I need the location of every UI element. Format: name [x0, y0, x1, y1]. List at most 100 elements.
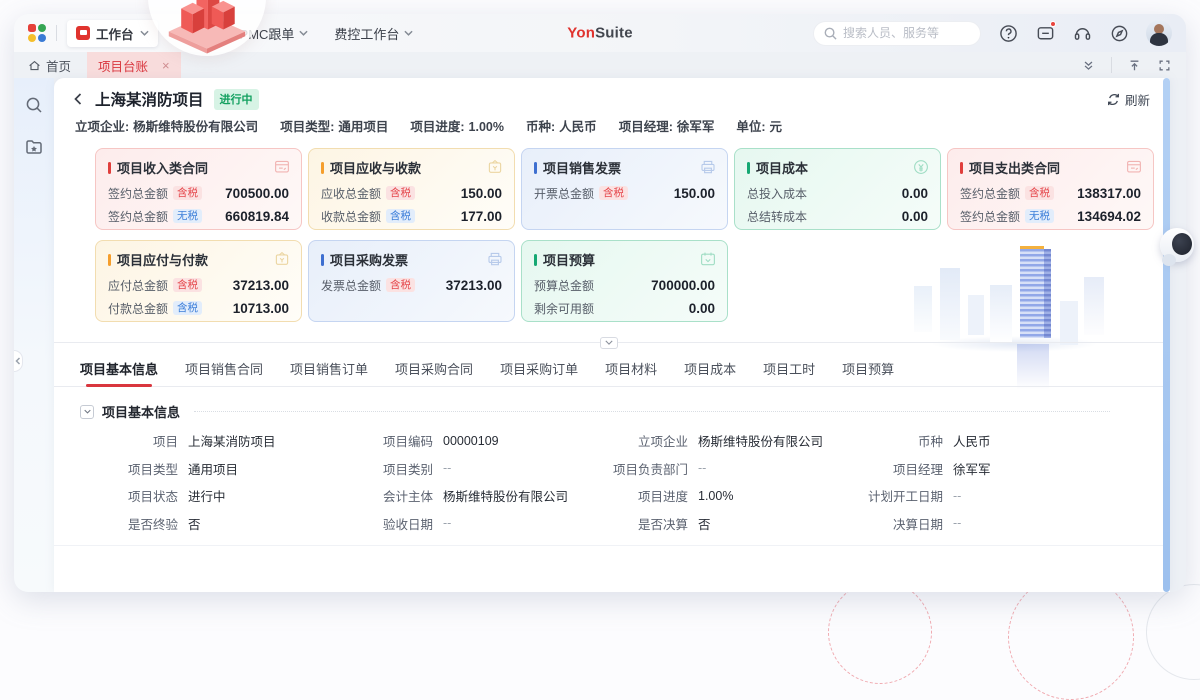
card-metric-row: 应付总金额 含税 37213.00: [108, 277, 289, 293]
yonsuite-logo: YonSuite: [567, 24, 633, 42]
global-search[interactable]: [813, 20, 981, 46]
card-metric-row: 预算总金额 700000.00: [534, 277, 715, 293]
info-field: 项目类型 通用项目: [127, 462, 239, 477]
detail-tab[interactable]: 项目基本信息: [80, 356, 158, 387]
home-tab[interactable]: 首页: [28, 56, 71, 75]
card-metric-row: 签约总金额 无税 660819.84: [108, 208, 289, 224]
card-metric-row: 总投入成本 0.00: [747, 185, 928, 201]
scrollbar[interactable]: [1163, 78, 1170, 592]
summary-cards: 项目收入类合同 签约总金额 含税 700500.00 签约总金额 无税 6608…: [95, 148, 1157, 322]
card-title: 项目支出类合同: [969, 161, 1061, 176]
topbar-nav-item[interactable]: PMC跟单: [240, 24, 309, 43]
summary-card[interactable]: 项目支出类合同 签约总金额 含税 138317.00 签约总金额 无税 1346…: [947, 148, 1154, 230]
dashed-circle-decoration: [828, 580, 932, 684]
summary-card[interactable]: 项目采购发票 发票总金额 含税 37213.00: [308, 240, 515, 322]
contract-icon: [273, 158, 291, 176]
status-badge: 进行中: [213, 88, 259, 110]
search-input[interactable]: [843, 26, 970, 40]
message-icon[interactable]: [1035, 21, 1056, 43]
tax-badge: 含税: [173, 300, 203, 316]
card-metric-row: 签约总金额 无税 134694.02: [960, 208, 1141, 224]
card-metric-row: 总结转成本 0.00: [747, 208, 928, 224]
refresh-icon: [1108, 93, 1119, 105]
card-title: 项目应收与收款: [330, 161, 422, 176]
detail-tab[interactable]: 项目采购合同: [395, 356, 473, 386]
app-grid-logo-icon[interactable]: [28, 24, 46, 42]
topbar-nav-item[interactable]: 首页: [188, 24, 214, 43]
card-metric-row: 签约总金额 含税 138317.00: [960, 185, 1141, 201]
divider: [56, 25, 57, 41]
circle-decoration: [1146, 584, 1200, 680]
detail-tab[interactable]: 项目预算: [842, 356, 894, 386]
card-metric-row: 收款总金额 含税 177.00: [321, 208, 502, 224]
search-icon: [824, 27, 837, 40]
close-icon[interactable]: ×: [162, 59, 170, 72]
summary-card[interactable]: 项目成本 总投入成本 0.00 总结转成本 0.00: [734, 148, 941, 230]
summary-card[interactable]: 项目销售发票 开票总金额 含税 150.00: [521, 148, 728, 230]
card-accent-bar: [534, 161, 537, 174]
summary-card[interactable]: 项目预算 预算总金额 700000.00 剩余可用额 0.00: [521, 240, 728, 322]
assistant-button[interactable]: [1160, 228, 1200, 274]
info-field: 项目类别 --: [382, 461, 452, 477]
collapse-cards-toggle[interactable]: [599, 336, 618, 349]
topbar: 工作台 首页 PMC跟单 费控工作台 YonSuite: [14, 14, 1186, 52]
detail-tab[interactable]: 项目销售合同: [185, 356, 263, 386]
tax-badge: 含税: [1025, 185, 1055, 201]
card-metric-row: 开票总金额 含税 150.00: [534, 185, 715, 201]
printer-icon: [699, 158, 717, 176]
page-tab[interactable]: 项目台账 ×: [87, 52, 181, 78]
section-title: 项目基本信息: [102, 405, 181, 420]
tax-badge: 含税: [173, 185, 203, 201]
project-meta-row: 立项企业: 杨斯维特股份有限公司 项目类型: 通用项目 项目进度: 1.00% 币种:…: [75, 116, 1152, 135]
card-title: 项目成本: [756, 161, 809, 176]
workspace-label: 工作台: [96, 27, 134, 42]
app-window: 工作台 首页 PMC跟单 费控工作台 YonSuite 搜索人员、服务等 首页 …: [14, 14, 1186, 592]
fullscreen-icon[interactable]: [1157, 58, 1172, 73]
compass-icon[interactable]: [1109, 23, 1129, 43]
tab-bar: 首页 项目台账 ×: [14, 52, 1186, 78]
collapse-tabs-icon[interactable]: [1081, 58, 1096, 73]
avatar[interactable]: [1146, 20, 1172, 46]
card-metric-row: 应收总金额 含税 150.00: [321, 185, 502, 201]
tax-badge: 无税: [173, 208, 203, 224]
detail-tab[interactable]: 项目销售订单: [290, 356, 368, 386]
detail-tab[interactable]: 项目工时: [763, 356, 815, 386]
info-field: 是否终验 否: [127, 517, 201, 532]
summary-card[interactable]: 项目应付与付款 应付总金额 含税 37213.00 付款总金额 含税 10713…: [95, 240, 302, 322]
card-title: 项目应付与付款: [117, 253, 209, 268]
help-icon[interactable]: [998, 23, 1018, 43]
info-field-row: 项目类型 通用项目 项目类别 -- 项目负责部门 -- 项目经理 徐军军: [80, 455, 1100, 483]
card-accent-bar: [108, 253, 111, 266]
summary-card[interactable]: 项目收入类合同 签约总金额 含税 700500.00 签约总金额 无税 6608…: [95, 148, 302, 230]
info-field: 项目编码 00000109: [382, 433, 499, 450]
card-accent-bar: [321, 253, 324, 266]
card-title: 项目收入类合同: [117, 161, 209, 176]
summary-card[interactable]: 项目应收与收款 应收总金额 含税 150.00 收款总金额 含税 177.00: [308, 148, 515, 230]
refresh-label: 刷新: [1124, 93, 1150, 108]
detail-tab[interactable]: 项目材料: [605, 356, 657, 386]
workbench-icon: [76, 26, 90, 40]
pin-top-icon[interactable]: [1127, 58, 1142, 73]
card-accent-bar: [960, 161, 963, 174]
card-metric-row: 付款总金额 含税 10713.00: [108, 300, 289, 316]
search-icon[interactable]: [25, 96, 43, 114]
basic-info-fields: 项目 上海某消防项目 项目编码 00000109 立项企业 杨斯维特股份有限公司…: [80, 427, 1100, 537]
budget-icon: [699, 250, 717, 268]
project-meta-item: 项目进度: 1.00%: [410, 120, 504, 134]
workspace-switcher[interactable]: 工作台: [67, 19, 158, 47]
headset-icon[interactable]: [1072, 23, 1092, 43]
project-meta-item: 立项企业: 杨斯维特股份有限公司: [75, 120, 259, 134]
refresh-button[interactable]: 刷新: [1107, 90, 1150, 109]
detail-tab[interactable]: 项目采购订单: [500, 356, 578, 386]
back-icon[interactable]: [72, 92, 86, 106]
card-title: 项目采购发票: [330, 253, 409, 268]
detail-tab[interactable]: 项目成本: [684, 356, 736, 386]
card-accent-bar: [747, 161, 750, 174]
info-field: 计划开工日期 --: [867, 488, 962, 505]
topbar-nav-item[interactable]: 费控工作台: [334, 24, 414, 43]
info-field: 会计主体 杨斯维特股份有限公司: [382, 490, 569, 505]
collapse-section-icon[interactable]: [80, 404, 94, 419]
project-folder-icon[interactable]: [25, 138, 43, 156]
chevron-down-icon: [299, 30, 309, 36]
info-field-row: 项目 上海某消防项目 项目编码 00000109 立项企业 杨斯维特股份有限公司…: [80, 427, 1100, 455]
